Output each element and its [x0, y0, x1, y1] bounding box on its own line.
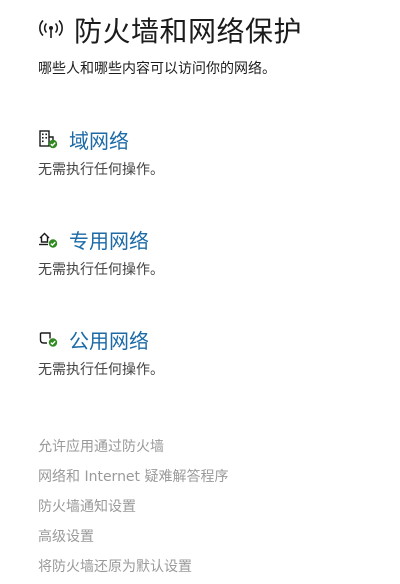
- antenna-icon: [38, 17, 64, 43]
- domain-network-section: 域网络 无需执行任何操作。: [38, 126, 164, 179]
- public-network-icon: [38, 329, 58, 349]
- public-network-section: 公用网络 无需执行任何操作。: [38, 326, 164, 379]
- advanced-settings-link[interactable]: 高级设置: [38, 526, 378, 556]
- page-subtitle: 哪些人和哪些内容可以访问你的网络。: [38, 61, 276, 77]
- settings-links: 允许应用通过防火墙 网络和 Internet 疑难解答程序 防火墙通知设置 高级…: [38, 436, 378, 584]
- domain-network-status: 无需执行任何操作。: [38, 162, 164, 178]
- restore-firewall-defaults-link[interactable]: 将防火墙还原为默认设置: [38, 556, 378, 584]
- private-network-section: 专用网络 无需执行任何操作。: [38, 226, 164, 279]
- firewall-network-protection-page: 防火墙和网络保护 哪些人和哪些内容可以访问你的网络。 域网络 无需执行任何操作。…: [0, 0, 400, 584]
- public-network-status: 无需执行任何操作。: [38, 362, 164, 378]
- allow-app-through-firewall-link[interactable]: 允许应用通过防火墙: [38, 436, 378, 466]
- domain-network-icon: [38, 129, 58, 149]
- private-network-icon: [38, 229, 58, 249]
- private-network-link[interactable]: 专用网络: [69, 225, 149, 254]
- page-header: 防火墙和网络保护: [38, 10, 302, 50]
- public-network-link[interactable]: 公用网络: [69, 325, 149, 354]
- private-network-status: 无需执行任何操作。: [38, 262, 164, 278]
- page-title: 防火墙和网络保护: [74, 15, 303, 48]
- domain-network-link[interactable]: 域网络: [69, 125, 129, 154]
- firewall-notification-settings-link[interactable]: 防火墙通知设置: [38, 496, 378, 526]
- network-troubleshooter-link[interactable]: 网络和 Internet 疑难解答程序: [38, 466, 378, 496]
